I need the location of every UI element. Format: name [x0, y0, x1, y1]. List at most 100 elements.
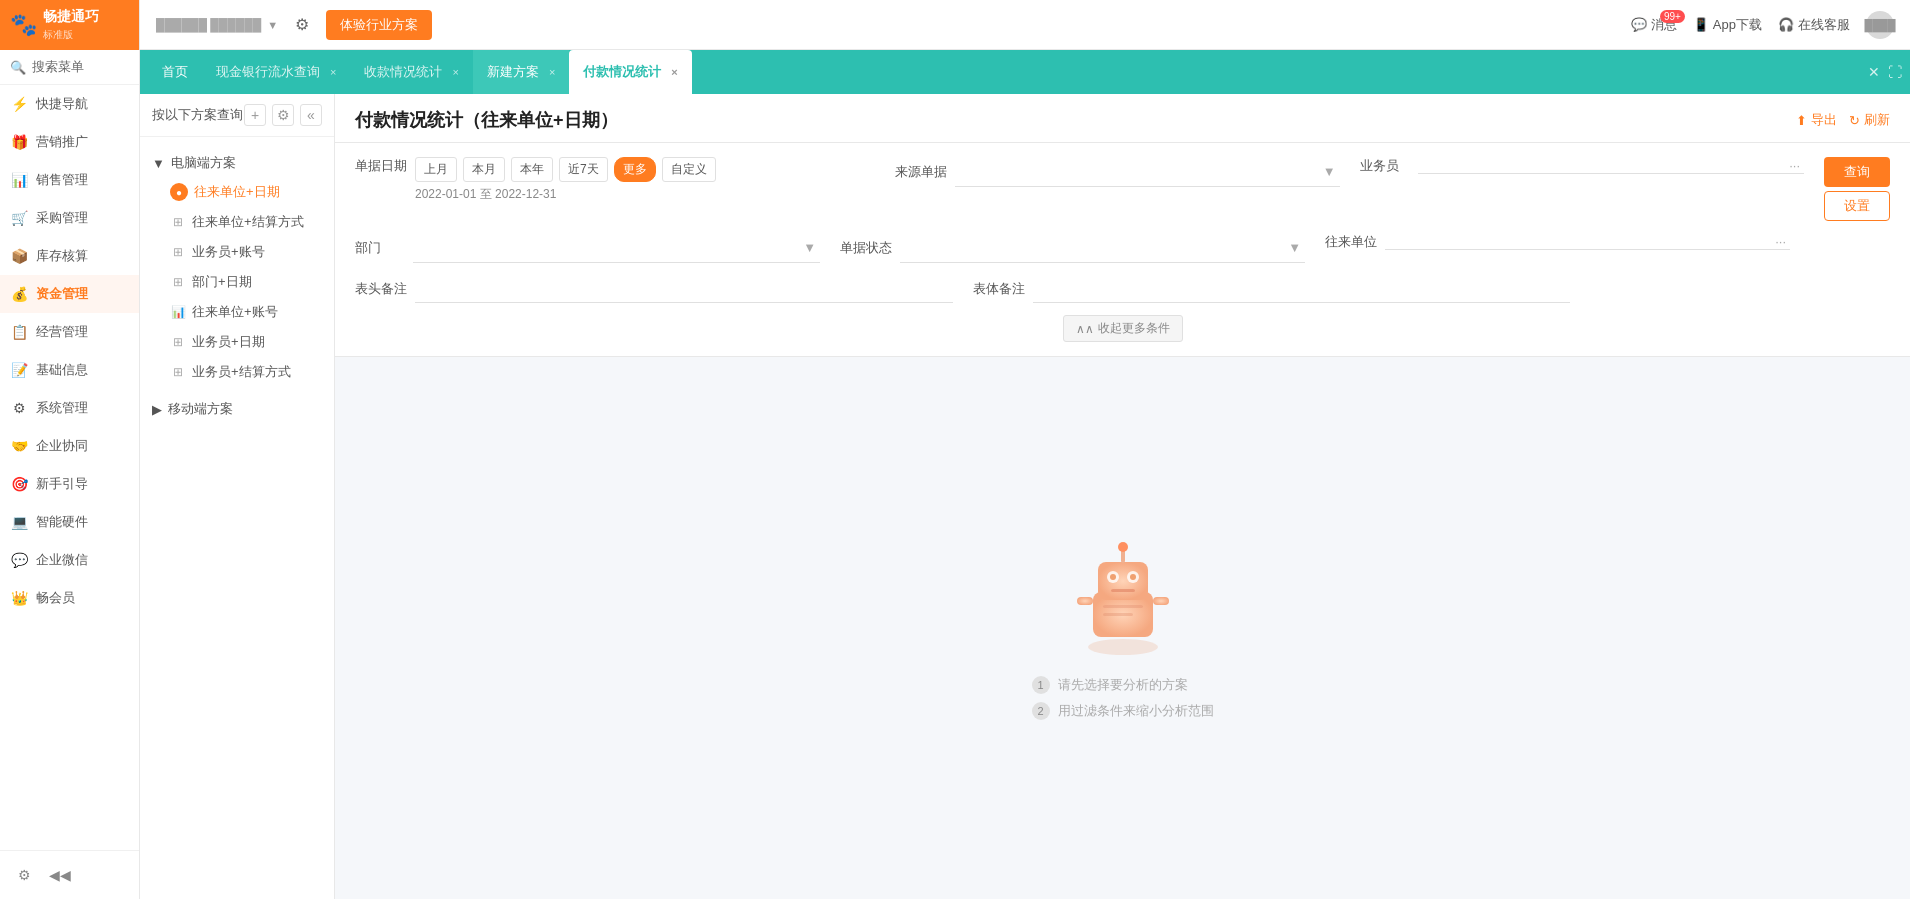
- tree-item-staff-date[interactable]: ⊞ 业务员+日期: [140, 327, 334, 357]
- sidebar-item-marketing[interactable]: 🎁 营销推广: [0, 123, 139, 161]
- scheme-settings-btn[interactable]: ⚙: [272, 104, 294, 126]
- sidebar-item-system[interactable]: ⚙ 系统管理: [0, 389, 139, 427]
- partner-label: 往来单位: [1325, 233, 1377, 251]
- tab-home[interactable]: 首页: [148, 50, 202, 94]
- staff-label: 业务员: [1360, 157, 1410, 175]
- date-btn-more[interactable]: 更多: [614, 157, 656, 182]
- date-btn-custom[interactable]: 自定义: [662, 157, 716, 182]
- sidebar-item-enterprise[interactable]: 🤝 企业协同: [0, 427, 139, 465]
- dept-select[interactable]: ▼: [413, 233, 820, 263]
- date-btn-7days[interactable]: 近7天: [559, 157, 608, 182]
- partner-select[interactable]: ···: [1385, 234, 1790, 250]
- empty-state: 1 请先选择要分析的方案 2 用过滤条件来缩小分析范围: [335, 357, 1910, 899]
- trial-btn[interactable]: 体验行业方案: [326, 10, 432, 40]
- collapse-sidebar-btn[interactable]: ◀◀: [46, 861, 74, 889]
- tab-expand-btn[interactable]: ⛶: [1888, 64, 1902, 80]
- sidebar-bottom: ⚙ ◀◀: [0, 850, 139, 899]
- collapse-filter-btn[interactable]: ∧∧ 收起更多条件: [1063, 315, 1183, 342]
- app-name-group: 畅捷通巧 标准版: [43, 8, 99, 42]
- body-note-input[interactable]: [1033, 275, 1571, 303]
- tab-receipt-close[interactable]: ×: [452, 66, 458, 78]
- online-service-btn[interactable]: 🎧 在线客服: [1778, 16, 1850, 34]
- dept-label: 部门: [355, 239, 405, 257]
- app-download-label: App下载: [1713, 16, 1762, 34]
- add-scheme-btn[interactable]: +: [244, 104, 266, 126]
- tree-group-desktop-header[interactable]: ▼ 电脑端方案: [140, 149, 334, 177]
- service-icon: 🎧: [1778, 17, 1794, 32]
- wechat-icon: 💬: [10, 551, 28, 569]
- sidebar-item-inventory[interactable]: 📦 库存核算: [0, 237, 139, 275]
- tree-item-partner-payment[interactable]: ⊞ 往来单位+结算方式: [140, 207, 334, 237]
- svg-rect-2: [1098, 562, 1148, 600]
- sales-icon: 📊: [10, 171, 28, 189]
- tree-item-icon3: ⊞: [170, 274, 186, 290]
- tree-item-dept-date[interactable]: ⊞ 部门+日期: [140, 267, 334, 297]
- collapse-panel-btn[interactable]: «: [300, 104, 322, 126]
- svg-point-6: [1130, 574, 1136, 580]
- topbar-gear-btn[interactable]: ⚙: [288, 11, 316, 39]
- header-note-label: 表头备注: [355, 280, 407, 298]
- tree-item-icon6: ⊞: [170, 364, 186, 380]
- header-note-input[interactable]: [415, 275, 953, 303]
- tab-new[interactable]: 新建方案 ×: [473, 50, 569, 94]
- date-range-display: 2022-01-01 至 2022-12-31: [415, 186, 716, 203]
- sidebar-item-purchase[interactable]: 🛒 采购管理: [0, 199, 139, 237]
- sidebar-item-label: 经营管理: [36, 323, 88, 341]
- tree-item-staff-payment[interactable]: ⊞ 业务员+结算方式: [140, 357, 334, 387]
- tree-group-mobile-label: 移动端方案: [168, 400, 233, 418]
- app-logo-icon: 🐾: [10, 12, 37, 38]
- tree-item-partner-date[interactable]: ● 往来单位+日期: [140, 177, 334, 207]
- source-select[interactable]: ▼: [955, 157, 1340, 187]
- hint-text-1: 请先选择要分析的方案: [1058, 676, 1188, 694]
- export-btn[interactable]: ⬆ 导出: [1796, 111, 1837, 129]
- tree-item-staff-account[interactable]: ⊞ 业务员+账号: [140, 237, 334, 267]
- sidebar-item-sales[interactable]: 📊 销售管理: [0, 161, 139, 199]
- tab-close-all-btn[interactable]: ✕: [1868, 64, 1880, 80]
- tab-payment-close[interactable]: ×: [671, 66, 677, 78]
- sidebar-item-wechat[interactable]: 💬 企业微信: [0, 541, 139, 579]
- sidebar-search[interactable]: 🔍 搜索菜单: [0, 50, 139, 85]
- date-filter-label: 单据日期: [355, 157, 407, 175]
- date-btn-this-year[interactable]: 本年: [511, 157, 553, 182]
- doc-status-select[interactable]: ▼: [900, 233, 1305, 263]
- date-btn-last-month[interactable]: 上月: [415, 157, 457, 182]
- tab-receipt-label: 收款情况统计: [364, 63, 442, 81]
- sidebar-item-hardware[interactable]: 💻 智能硬件: [0, 503, 139, 541]
- svg-rect-13: [1103, 613, 1133, 616]
- messages-btn[interactable]: 💬 消息 99+: [1631, 16, 1677, 34]
- account-selector[interactable]: ██████ ██████ ▼: [156, 18, 278, 32]
- dept-filter: 部门 ▼: [355, 233, 820, 263]
- tab-cashflow-label: 现金银行流水查询: [216, 63, 320, 81]
- svg-rect-10: [1077, 597, 1093, 605]
- tab-home-label: 首页: [162, 63, 188, 81]
- search-icon: 🔍: [10, 60, 26, 75]
- page-header: 付款情况统计（往来单位+日期） ⬆ 导出 ↻ 刷新: [335, 94, 1910, 143]
- sidebar-item-guide[interactable]: 🎯 新手引导: [0, 465, 139, 503]
- sidebar-item-basic[interactable]: 📝 基础信息: [0, 351, 139, 389]
- tab-payment[interactable]: 付款情况统计 ×: [569, 50, 691, 94]
- sidebar-item-finance[interactable]: 💰 资金管理: [0, 275, 139, 313]
- tab-cashflow-close[interactable]: ×: [330, 66, 336, 78]
- sidebar-item-operations[interactable]: 📋 经营管理: [0, 313, 139, 351]
- tab-receipt[interactable]: 收款情况统计 ×: [350, 50, 472, 94]
- empty-hint-2: 2 用过滤条件来缩小分析范围: [1032, 702, 1214, 720]
- date-btn-this-month[interactable]: 本月: [463, 157, 505, 182]
- sidebar-item-label: 销售管理: [36, 171, 88, 189]
- collapse-label: 收起更多条件: [1098, 320, 1170, 337]
- tab-cashflow[interactable]: 现金银行流水查询 ×: [202, 50, 350, 94]
- tree-group-mobile-header[interactable]: ▶ 移动端方案: [140, 395, 334, 423]
- sidebar-item-quicknav[interactable]: ⚡ 快捷导航: [0, 85, 139, 123]
- refresh-btn[interactable]: ↻ 刷新: [1849, 111, 1890, 129]
- app-download-btn[interactable]: 📱 App下载: [1693, 16, 1762, 34]
- left-panel-header: 按以下方案查询 + ⚙ «: [140, 94, 334, 137]
- tree-item-partner-account[interactable]: 📊 往来单位+账号: [140, 297, 334, 327]
- tab-new-close[interactable]: ×: [549, 66, 555, 78]
- settings-btn[interactable]: 设置: [1824, 191, 1890, 221]
- account-chevron-icon: ▼: [267, 19, 278, 31]
- svg-point-9: [1118, 542, 1128, 552]
- settings-bottom-btn[interactable]: ⚙: [10, 861, 38, 889]
- sidebar-item-member[interactable]: 👑 畅会员: [0, 579, 139, 617]
- query-btn[interactable]: 查询: [1824, 157, 1890, 187]
- staff-select[interactable]: ···: [1418, 158, 1805, 174]
- user-avatar[interactable]: ████: [1866, 11, 1894, 39]
